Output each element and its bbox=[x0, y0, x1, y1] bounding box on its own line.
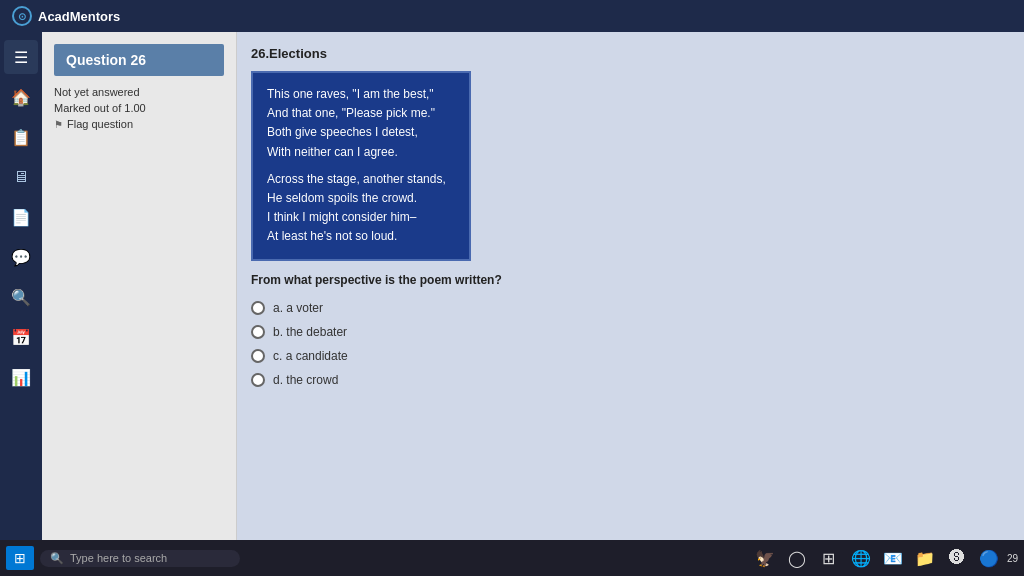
radio-a[interactable] bbox=[251, 301, 265, 315]
taskbar-icon-8[interactable]: 🔵 bbox=[975, 544, 1003, 572]
flag-label: Flag question bbox=[67, 118, 133, 130]
status-label: Not yet answered bbox=[54, 86, 224, 98]
radio-c[interactable] bbox=[251, 349, 265, 363]
sidebar-monitor-icon[interactable]: 🖥 bbox=[4, 160, 38, 194]
sidebar-book-icon[interactable]: 📋 bbox=[4, 120, 38, 154]
option-d[interactable]: d. the crowd bbox=[251, 373, 1010, 387]
poem-line-1: This one raves, "I am the best," bbox=[267, 85, 455, 104]
taskbar-icon-1[interactable]: 🦅 bbox=[751, 544, 779, 572]
sidebar-document-icon[interactable]: 📄 bbox=[4, 200, 38, 234]
poem-line-5: Across the stage, another stands, bbox=[267, 170, 455, 189]
flag-button[interactable]: ⚑ Flag question bbox=[54, 118, 224, 130]
logo-area: ⊙ AcadMentors bbox=[12, 6, 120, 26]
poem-box: This one raves, "I am the best," And tha… bbox=[251, 71, 471, 261]
question-label: Question bbox=[66, 52, 131, 68]
search-icon: 🔍 bbox=[50, 552, 64, 565]
options-list: a. a voter b. the debater c. a candidate… bbox=[251, 301, 1010, 387]
poem-line-4: With neither can I agree. bbox=[267, 143, 455, 162]
question-panel: Question 26 Not yet answered Marked out … bbox=[42, 32, 237, 540]
option-c-label: c. a candidate bbox=[273, 349, 348, 363]
sidebar-home-icon[interactable]: 🏠 bbox=[4, 80, 38, 114]
topbar: ⊙ AcadMentors bbox=[0, 0, 1024, 32]
poem-line-6: He seldom spoils the crowd. bbox=[267, 189, 455, 208]
taskbar: ⊞ 🔍 Type here to search 🦅 ◯ ⊞ 🌐 📧 📁 🅢 🔵 … bbox=[0, 540, 1024, 576]
search-placeholder: Type here to search bbox=[70, 552, 167, 564]
taskbar-icons: 🦅 ◯ ⊞ 🌐 📧 📁 🅢 🔵 29 bbox=[751, 544, 1018, 572]
content-area: 26.Elections This one raves, "I am the b… bbox=[237, 32, 1024, 540]
option-a[interactable]: a. a voter bbox=[251, 301, 1010, 315]
logo-icon: ⊙ bbox=[12, 6, 32, 26]
radio-d[interactable] bbox=[251, 373, 265, 387]
sidebar: ☰ 🏠 📋 🖥 📄 💬 🔍 📅 📊 bbox=[0, 32, 42, 540]
question-number: 26 bbox=[131, 52, 147, 68]
poem-line-8: At least he's not so loud. bbox=[267, 227, 455, 246]
taskbar-icon-2[interactable]: ◯ bbox=[783, 544, 811, 572]
radio-b[interactable] bbox=[251, 325, 265, 339]
sidebar-calendar-icon[interactable]: 📅 bbox=[4, 320, 38, 354]
main-layout: ☰ 🏠 📋 🖥 📄 💬 🔍 📅 📊 Question 26 Not yet an… bbox=[0, 32, 1024, 540]
marked-label: Marked out of 1.00 bbox=[54, 102, 224, 114]
option-c[interactable]: c. a candidate bbox=[251, 349, 1010, 363]
sidebar-menu-icon[interactable]: ☰ bbox=[4, 40, 38, 74]
flag-icon: ⚑ bbox=[54, 119, 63, 130]
question-header: Question 26 bbox=[54, 44, 224, 76]
app-name: AcadMentors bbox=[38, 9, 120, 24]
poem-line-7: I think I might consider him– bbox=[267, 208, 455, 227]
sidebar-chart-icon[interactable]: 📊 bbox=[4, 360, 38, 394]
option-b-label: b. the debater bbox=[273, 325, 347, 339]
start-button[interactable]: ⊞ bbox=[6, 546, 34, 570]
taskbar-icon-6[interactable]: 📁 bbox=[911, 544, 939, 572]
poem-line-3: Both give speeches I detest, bbox=[267, 123, 455, 142]
option-a-label: a. a voter bbox=[273, 301, 323, 315]
search-bar[interactable]: 🔍 Type here to search bbox=[40, 550, 240, 567]
taskbar-icon-4[interactable]: 🌐 bbox=[847, 544, 875, 572]
option-d-label: d. the crowd bbox=[273, 373, 338, 387]
taskbar-time: 29 bbox=[1007, 553, 1018, 564]
taskbar-icon-5[interactable]: 📧 bbox=[879, 544, 907, 572]
sidebar-search-icon[interactable]: 🔍 bbox=[4, 280, 38, 314]
question-title: 26.Elections bbox=[251, 46, 1010, 61]
question-text: From what perspective is the poem writte… bbox=[251, 273, 1010, 287]
taskbar-icon-3[interactable]: ⊞ bbox=[815, 544, 843, 572]
poem-line-2: And that one, "Please pick me." bbox=[267, 104, 455, 123]
taskbar-icon-7[interactable]: 🅢 bbox=[943, 544, 971, 572]
option-b[interactable]: b. the debater bbox=[251, 325, 1010, 339]
sidebar-chat-icon[interactable]: 💬 bbox=[4, 240, 38, 274]
